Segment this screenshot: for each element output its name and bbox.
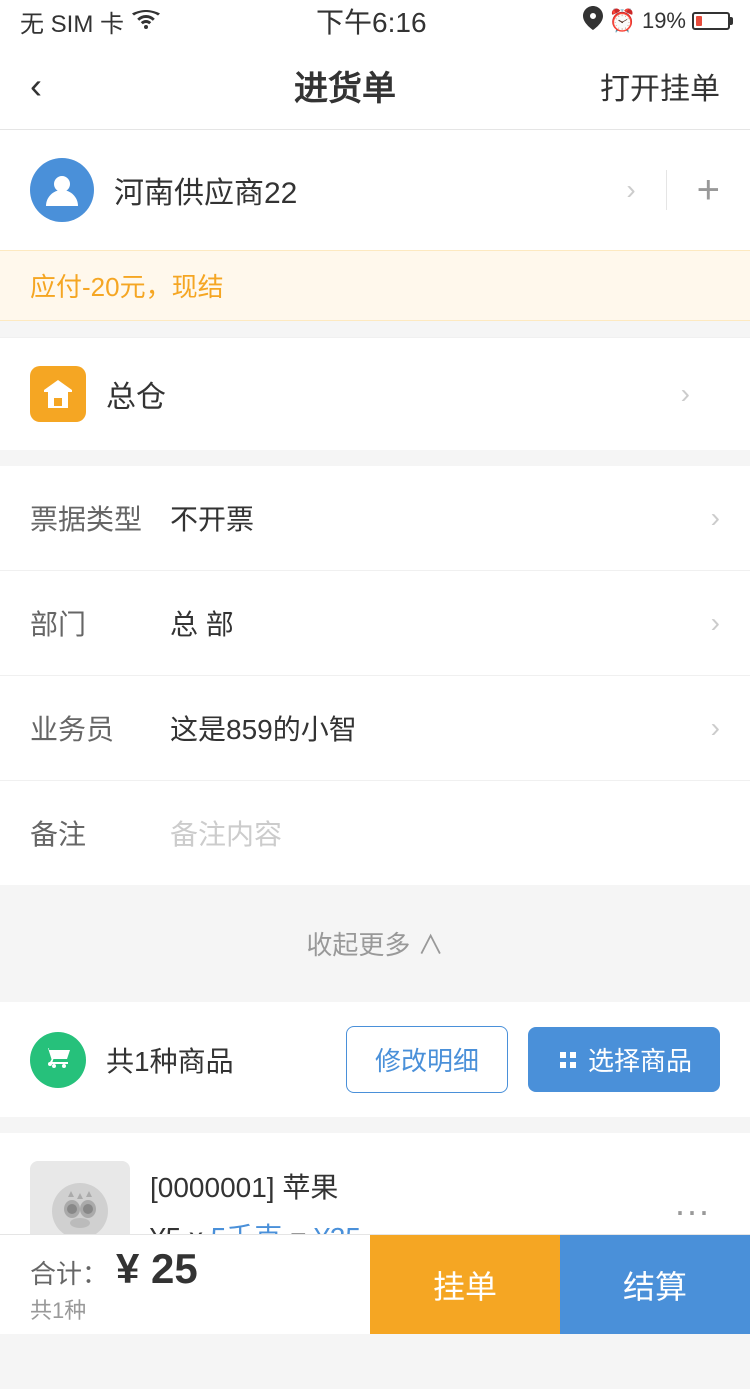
product-more-button[interactable]: ···	[664, 1180, 720, 1242]
supplier-chevron-icon: ›	[626, 174, 635, 206]
page-title: 进货单	[294, 61, 396, 110]
checkout-button[interactable]: 结算	[560, 1235, 750, 1334]
wifi-icon	[132, 7, 160, 36]
dept-value: 总 部	[170, 603, 711, 643]
battery-icon	[692, 12, 730, 30]
warehouse-icon	[30, 366, 86, 422]
sales-label: 业务员	[30, 708, 170, 748]
warehouse-name: 总仓	[106, 372, 681, 416]
supplier-name: 河南供应商22	[114, 168, 626, 212]
sales-row[interactable]: 业务员 这是859的小智 ›	[0, 676, 750, 781]
remarks-input[interactable]: 备注内容	[170, 813, 720, 853]
warehouse-section: 总仓 ›	[0, 337, 750, 450]
battery-label: 19%	[642, 8, 686, 34]
alarm-icon: ⏰	[609, 8, 636, 34]
supplier-row[interactable]: 河南供应商22 › +	[0, 130, 750, 250]
dept-row[interactable]: 部门 总 部 ›	[0, 571, 750, 676]
location-icon	[583, 6, 603, 36]
cart-icon	[43, 1045, 73, 1075]
status-bar: 无 SIM 卡 下午6:16 ⏰ 19%	[0, 0, 750, 42]
total-count: 共1种	[30, 1293, 340, 1325]
footer-total: 合计： ¥ 25 共1种	[0, 1235, 370, 1334]
dept-label: 部门	[30, 603, 170, 643]
sales-chevron-icon: ›	[711, 712, 720, 744]
invoice-chevron-icon: ›	[711, 502, 720, 534]
select-product-label: 选择商品	[588, 1041, 692, 1078]
select-product-button[interactable]: 选择商品	[528, 1027, 720, 1092]
invoice-row[interactable]: 票据类型 不开票 ›	[0, 466, 750, 571]
collapse-label: 收起更多 ∧	[306, 925, 443, 962]
products-header: 共1种商品 修改明细 选择商品	[0, 1002, 750, 1117]
warehouse-chevron-icon: ›	[681, 378, 690, 410]
warehouse-building-icon	[42, 378, 74, 410]
time-label: 下午6:16	[316, 1, 427, 41]
products-section: 共1种商品 修改明细 选择商品	[0, 1002, 750, 1117]
collapse-row[interactable]: 收起更多 ∧	[0, 901, 750, 986]
footer: 合计： ¥ 25 共1种 挂单 结算	[0, 1234, 750, 1334]
person-icon	[44, 172, 80, 208]
select-product-icon	[556, 1048, 580, 1072]
hang-button[interactable]: 挂单	[370, 1235, 560, 1334]
invoice-value: 不开票	[170, 498, 711, 538]
total-amount: ¥ 25	[116, 1245, 198, 1293]
back-button[interactable]: ‹	[30, 65, 90, 107]
products-icon	[30, 1032, 86, 1088]
supplier-avatar	[30, 158, 94, 222]
products-count-label: 共1种商品	[106, 1040, 326, 1080]
notice-bar: 应付-20元，现结	[0, 250, 750, 321]
add-button[interactable]: +	[697, 168, 720, 213]
product-code: [0000001]	[150, 1172, 275, 1203]
total-label: 合计：	[30, 1254, 108, 1291]
product-owl-icon	[50, 1181, 110, 1241]
remarks-row[interactable]: 备注 备注内容	[0, 781, 750, 885]
status-right: ⏰ 19%	[583, 6, 730, 36]
open-hang-button[interactable]: 打开挂单	[600, 64, 720, 108]
dept-chevron-icon: ›	[711, 607, 720, 639]
product-name: [0000001] 苹果	[150, 1166, 644, 1206]
status-left: 无 SIM 卡	[20, 4, 160, 39]
supplier-divider	[666, 170, 667, 210]
remarks-label: 备注	[30, 813, 170, 853]
warehouse-row[interactable]: 总仓 ›	[0, 337, 750, 450]
form-section: 票据类型 不开票 › 部门 总 部 › 业务员 这是859的小智 › 备注 备注…	[0, 466, 750, 885]
edit-detail-button[interactable]: 修改明细	[346, 1026, 508, 1093]
carrier-label: 无 SIM 卡	[20, 4, 124, 39]
product-title-name: 苹果	[282, 1172, 338, 1203]
invoice-label: 票据类型	[30, 498, 170, 538]
supplier-section: 河南供应商22 › + 应付-20元，现结	[0, 130, 750, 321]
sales-value: 这是859的小智	[170, 708, 711, 748]
nav-bar: ‹ 进货单 打开挂单	[0, 42, 750, 130]
